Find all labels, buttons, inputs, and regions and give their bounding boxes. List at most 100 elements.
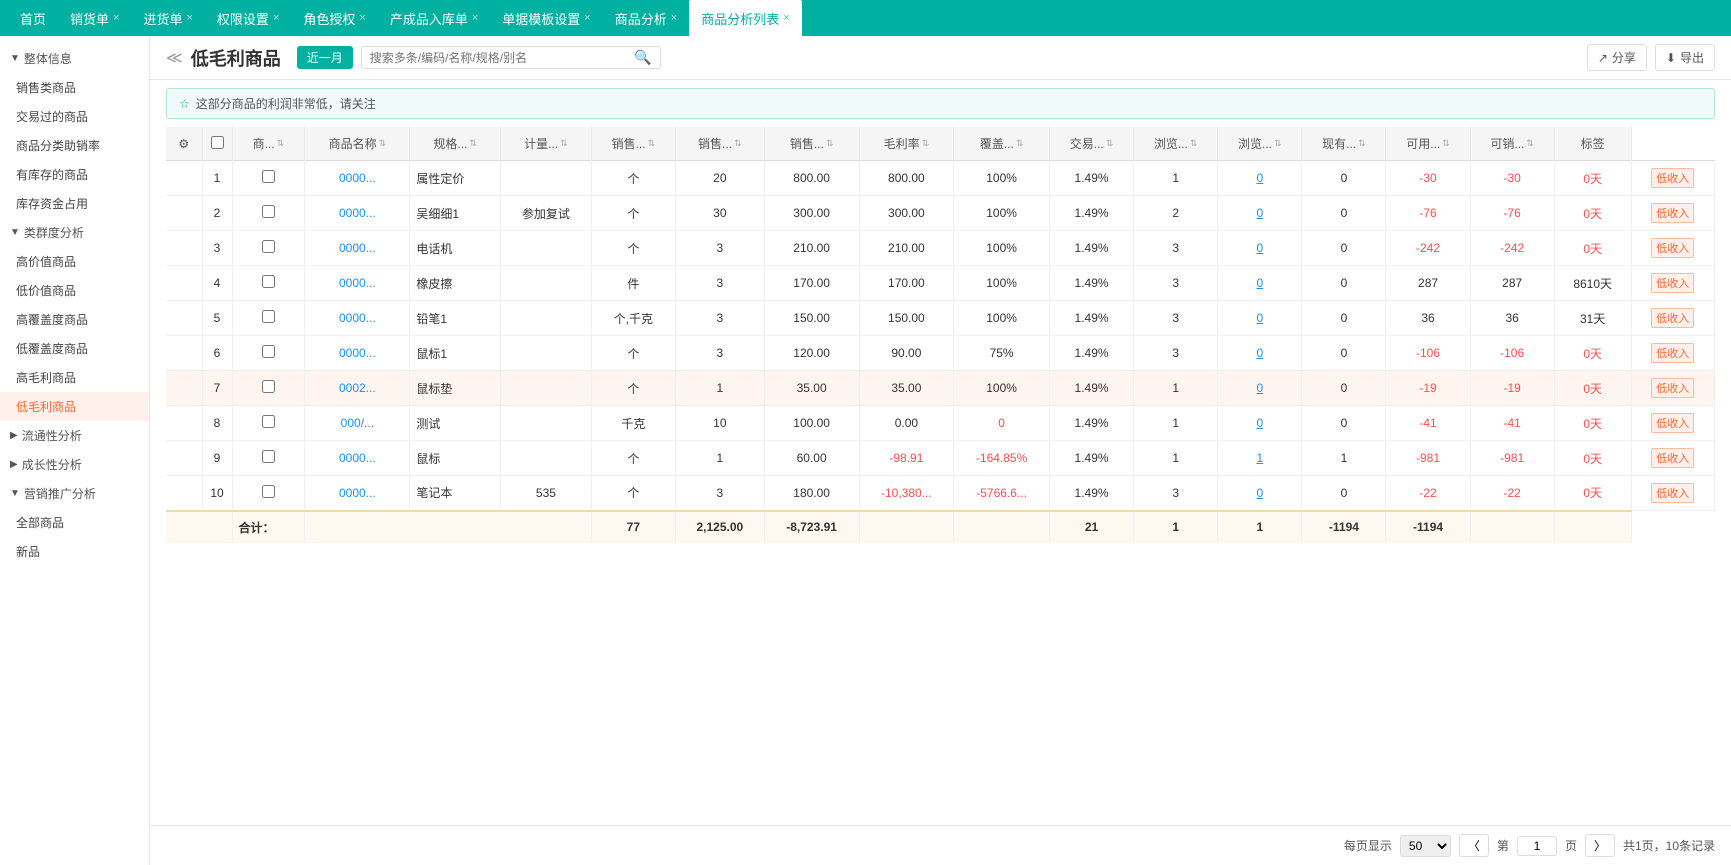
row-sales-price: 170.00: [764, 266, 859, 301]
collapse-sidebar-button[interactable]: ≪: [166, 48, 183, 68]
row-browse1[interactable]: 0: [1218, 231, 1302, 266]
close-icon[interactable]: ×: [671, 12, 677, 24]
browse1-link[interactable]: 0: [1256, 241, 1263, 255]
th-sales-qty[interactable]: 销售...⇅: [591, 127, 675, 161]
sidebar-group-cluster[interactable]: ▼ 类群度分析: [0, 218, 149, 247]
browse1-link[interactable]: 0: [1256, 276, 1263, 290]
nav-product-inbound[interactable]: 产成品入库单 ×: [378, 0, 490, 36]
close-icon[interactable]: ×: [273, 12, 279, 24]
close-icon[interactable]: ×: [359, 12, 365, 24]
close-icon[interactable]: ×: [113, 12, 119, 24]
close-icon[interactable]: ×: [783, 12, 789, 24]
sidebar-item-traded-products[interactable]: 交易过的商品: [0, 102, 149, 131]
row-checkbox[interactable]: [262, 345, 275, 358]
row-checkbox[interactable]: [262, 380, 275, 393]
row-checkbox[interactable]: [262, 310, 275, 323]
row-checkbox[interactable]: [262, 450, 275, 463]
next-page-button[interactable]: 〉: [1585, 834, 1615, 857]
sidebar-item-low-value[interactable]: 低价值商品: [0, 276, 149, 305]
sidebar-item-low-coverage[interactable]: 低覆盖度商品: [0, 334, 149, 363]
browse1-link[interactable]: 0: [1256, 311, 1263, 325]
nav-template-settings[interactable]: 单据模板设置 ×: [490, 0, 602, 36]
row-browse1[interactable]: 0: [1218, 406, 1302, 441]
row-browse1[interactable]: 0: [1218, 161, 1302, 196]
th-transactions[interactable]: 交易...⇅: [1049, 127, 1133, 161]
sidebar-group-overall[interactable]: ▼ 整体信息: [0, 44, 149, 73]
page-size-select[interactable]: 50 100 200: [1400, 835, 1451, 857]
sidebar-item-new-products[interactable]: 新品: [0, 537, 149, 566]
row-checkbox[interactable]: [262, 485, 275, 498]
sort-icon: ⇅: [379, 138, 387, 149]
row-browse1[interactable]: 0: [1218, 196, 1302, 231]
row-checkbox[interactable]: [262, 415, 275, 428]
row-stock-current: 287: [1386, 266, 1470, 301]
select-all-checkbox[interactable]: [211, 136, 224, 149]
th-coverage[interactable]: 覆盖...⇅: [954, 127, 1050, 161]
row-checkbox[interactable]: [262, 205, 275, 218]
nav-purchase-order[interactable]: 进货单 ×: [131, 0, 204, 36]
browse1-link[interactable]: 0: [1256, 171, 1263, 185]
th-stock-available[interactable]: 可用...⇅: [1386, 127, 1470, 161]
row-checkbox[interactable]: [262, 240, 275, 253]
browse1-link[interactable]: 1: [1256, 451, 1263, 465]
nav-product-analysis[interactable]: 商品分析 ×: [603, 0, 689, 36]
browse1-link[interactable]: 0: [1256, 206, 1263, 220]
browse1-link[interactable]: 0: [1256, 416, 1263, 430]
sidebar-item-high-coverage[interactable]: 高覆盖度商品: [0, 305, 149, 334]
th-unit[interactable]: 计量...⇅: [501, 127, 592, 161]
sidebar-group-growth[interactable]: ▶ 成长性分析: [0, 450, 149, 479]
th-sellable-days[interactable]: 可销...⇅: [1470, 127, 1554, 161]
th-stock-current[interactable]: 现有...⇅: [1302, 127, 1386, 161]
sidebar-group-circulation[interactable]: ▶ 流通性分析: [0, 421, 149, 450]
sidebar-group-marketing[interactable]: ▼ 营销推广分析: [0, 479, 149, 508]
row-browse1[interactable]: 0: [1218, 301, 1302, 336]
th-name[interactable]: 商品名称⇅: [305, 127, 410, 161]
page-number-input[interactable]: [1517, 836, 1557, 856]
th-settings[interactable]: ⚙: [166, 127, 202, 161]
row-browse1[interactable]: 0: [1218, 266, 1302, 301]
th-code[interactable]: 商...⇅: [232, 127, 305, 161]
nav-product-analysis-list[interactable]: 商品分析列表 ×: [689, 0, 801, 36]
th-browse2[interactable]: 浏览...⇅: [1218, 127, 1302, 161]
browse1-link[interactable]: 0: [1256, 486, 1263, 500]
sidebar-item-high-value[interactable]: 高价值商品: [0, 247, 149, 276]
row-checkbox[interactable]: [262, 170, 275, 183]
search-icon[interactable]: 🔍: [634, 49, 651, 66]
sidebar-item-sales-products[interactable]: 销售类商品: [0, 73, 149, 102]
th-checkbox[interactable]: [202, 127, 232, 161]
nav-sales-order[interactable]: 销货单 ×: [58, 0, 131, 36]
th-spec[interactable]: 规格...⇅: [410, 127, 501, 161]
close-icon[interactable]: ×: [472, 12, 478, 24]
nav-role-auth[interactable]: 角色授权 ×: [291, 0, 377, 36]
row-no: 8: [202, 406, 232, 441]
time-filter-button[interactable]: 近一月: [297, 46, 353, 69]
export-button[interactable]: ⬇ 导出: [1655, 44, 1715, 71]
th-gross-margin[interactable]: 毛利率⇅: [859, 127, 954, 161]
close-icon[interactable]: ×: [186, 12, 192, 24]
row-code: 0000...: [305, 231, 410, 266]
browse1-link[interactable]: 0: [1256, 381, 1263, 395]
th-sales-amount[interactable]: 销售...⇅: [764, 127, 859, 161]
browse1-link[interactable]: 0: [1256, 346, 1263, 360]
table-row: 8 000/... 测试 千克 10 100.00 0.00 0 1.49% 1…: [166, 406, 1715, 441]
prev-page-button[interactable]: 〈: [1459, 834, 1489, 857]
sidebar-item-in-stock[interactable]: 有库存的商品: [0, 160, 149, 189]
search-input[interactable]: [370, 51, 635, 65]
th-tag[interactable]: 标签: [1554, 127, 1631, 161]
row-browse1[interactable]: 0: [1218, 476, 1302, 511]
share-button[interactable]: ↗ 分享: [1587, 44, 1647, 71]
sidebar-item-low-margin[interactable]: 低毛利商品: [0, 392, 149, 421]
th-browse1[interactable]: 浏览...⇅: [1134, 127, 1218, 161]
row-browse1[interactable]: 0: [1218, 336, 1302, 371]
sidebar-item-stock-capital[interactable]: 库存资金占用: [0, 189, 149, 218]
nav-permissions[interactable]: 权限设置 ×: [205, 0, 291, 36]
row-browse1[interactable]: 0: [1218, 371, 1302, 406]
nav-home[interactable]: 首页: [8, 0, 58, 36]
row-browse1[interactable]: 1: [1218, 441, 1302, 476]
row-checkbox[interactable]: [262, 275, 275, 288]
sidebar-item-category-rate[interactable]: 商品分类助销率: [0, 131, 149, 160]
sidebar-item-high-margin[interactable]: 高毛利商品: [0, 363, 149, 392]
close-icon[interactable]: ×: [584, 12, 590, 24]
sidebar-item-all-products[interactable]: 全部商品: [0, 508, 149, 537]
th-sales-price[interactable]: 销售...⇅: [675, 127, 764, 161]
